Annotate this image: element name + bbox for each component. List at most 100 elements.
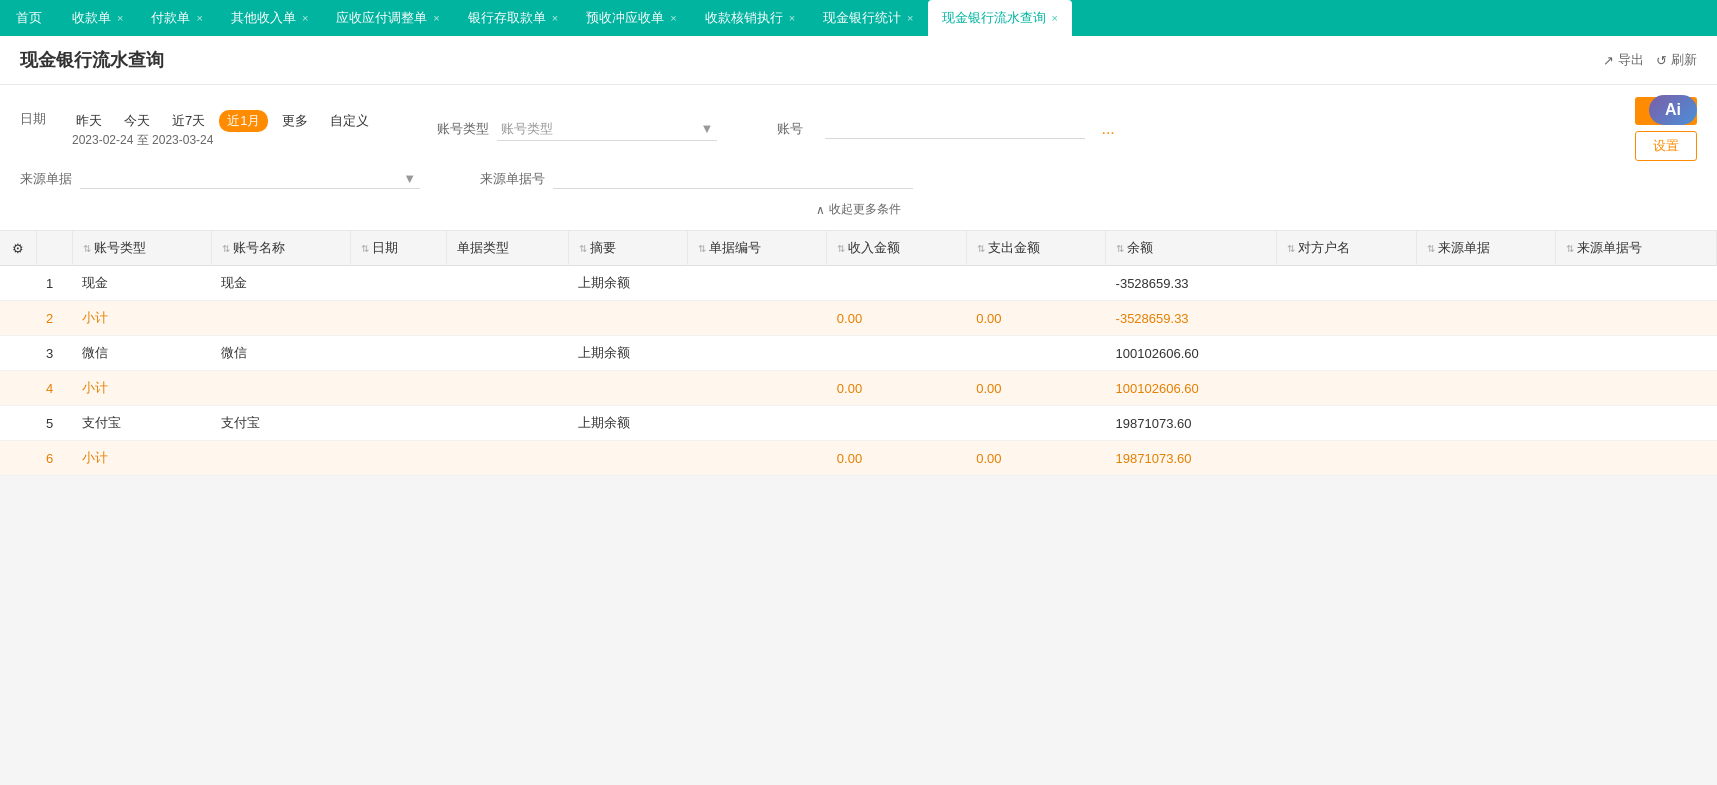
date-opt-more[interactable]: 更多: [274, 110, 316, 132]
col-account-type[interactable]: ⇅账号类型: [72, 231, 211, 266]
cell-account-name: [211, 371, 350, 406]
cell-doc-type: [447, 336, 568, 371]
table-row: 6小计0.000.0019871073.60: [0, 441, 1717, 476]
ai-badge[interactable]: Ai: [1649, 95, 1697, 125]
cell-doc-no: [688, 301, 827, 336]
nav-tab-cash-bank-stats[interactable]: 现金银行统计 ×: [809, 0, 927, 36]
date-opt-today[interactable]: 今天: [116, 110, 158, 132]
close-icon[interactable]: ×: [789, 0, 795, 36]
nav-tab-ar-ap-adjust[interactable]: 应收应付调整单 ×: [322, 0, 453, 36]
page-title: 现金银行流水查询: [20, 48, 164, 72]
cell-income: [827, 266, 966, 301]
cell-balance: -3528659.33: [1106, 266, 1277, 301]
date-opt-7days[interactable]: 近7天: [164, 110, 213, 132]
col-expense[interactable]: ⇅支出金额: [966, 231, 1105, 266]
cell-balance: 19871073.60: [1106, 441, 1277, 476]
col-date[interactable]: ⇅日期: [351, 231, 447, 266]
col-gear[interactable]: ⚙: [0, 231, 36, 266]
settings-button[interactable]: 设置: [1635, 131, 1697, 161]
table-row: 4小计0.000.00100102606.60: [0, 371, 1717, 406]
cell-gear: [0, 301, 36, 336]
cell-account-type: 微信: [72, 336, 211, 371]
header-actions: ↗ 导出 ↺ 刷新: [1603, 51, 1697, 69]
account-type-select[interactable]: 账号类型 ▼: [497, 118, 717, 141]
col-balance[interactable]: ⇅余额: [1106, 231, 1277, 266]
col-doc-type[interactable]: 单据类型: [447, 231, 568, 266]
cell-account-type: 支付宝: [72, 406, 211, 441]
nav-tab-bank-deposit[interactable]: 银行存取款单 ×: [454, 0, 572, 36]
cell-date: [351, 266, 447, 301]
close-icon[interactable]: ×: [552, 0, 558, 36]
cell-expense: 0.00: [966, 371, 1105, 406]
source-doc-no-label: 来源单据号: [480, 170, 545, 188]
date-opt-yesterday[interactable]: 昨天: [68, 110, 110, 132]
account-input[interactable]: [825, 119, 1085, 139]
cell-balance: 100102606.60: [1106, 371, 1277, 406]
export-button[interactable]: ↗ 导出: [1603, 51, 1644, 69]
col-source-doc-no[interactable]: ⇅来源单据号: [1555, 231, 1716, 266]
cell-gear: [0, 336, 36, 371]
cell-gear: [0, 441, 36, 476]
date-options: 昨天 今天 近7天 近1月 更多 自定义: [68, 110, 377, 132]
close-icon[interactable]: ×: [302, 0, 308, 36]
table-row: 1现金现金上期余额-3528659.33: [0, 266, 1717, 301]
cell-counterpart: [1277, 266, 1416, 301]
cell-source-doc: [1416, 336, 1555, 371]
close-icon[interactable]: ×: [433, 0, 439, 36]
cell-account-name: 支付宝: [211, 406, 350, 441]
date-opt-custom[interactable]: 自定义: [322, 110, 377, 132]
cell-doc-no: [688, 406, 827, 441]
cell-num: 1: [36, 266, 72, 301]
source-doc-no-input[interactable]: [553, 169, 913, 189]
nav-tab-advance-offset[interactable]: 预收冲应收单 ×: [572, 0, 690, 36]
cell-summary: 上期余额: [568, 336, 687, 371]
collapse-bar[interactable]: ∧ 收起更多条件: [20, 197, 1697, 222]
close-icon[interactable]: ×: [907, 0, 913, 36]
close-icon[interactable]: ×: [670, 0, 676, 36]
export-icon: ↗: [1603, 53, 1614, 68]
cell-gear: [0, 266, 36, 301]
nav-tab-other-income[interactable]: 其他收入单 ×: [217, 0, 322, 36]
nav-home[interactable]: 首页: [0, 0, 58, 36]
col-doc-no[interactable]: ⇅单据编号: [688, 231, 827, 266]
close-icon[interactable]: ×: [1052, 0, 1058, 36]
date-opt-1month[interactable]: 近1月: [219, 110, 268, 132]
account-dots-button[interactable]: ...: [1093, 120, 1122, 138]
flow-table: ⚙ ⇅账号类型 ⇅账号名称 ⇅日期 单据类型 ⇅摘要 ⇅单据编号 ⇅收入金额 ⇅…: [0, 231, 1717, 476]
cell-summary: [568, 301, 687, 336]
col-summary[interactable]: ⇅摘要: [568, 231, 687, 266]
account-label: 账号: [777, 120, 817, 138]
nav-tab-receipt-writeoff[interactable]: 收款核销执行 ×: [691, 0, 809, 36]
cell-doc-no: [688, 336, 827, 371]
cell-account-name: [211, 301, 350, 336]
col-counterpart[interactable]: ⇅对方户名: [1277, 231, 1416, 266]
account-type-filter-group: 账号类型 账号类型 ▼: [437, 118, 717, 141]
nav-tab-cash-bank-flow[interactable]: 现金银行流水查询 ×: [928, 0, 1072, 36]
cell-source-doc: [1416, 371, 1555, 406]
page-header: 现金银行流水查询 ↗ 导出 ↺ 刷新: [0, 36, 1717, 85]
cell-doc-type: [447, 266, 568, 301]
cell-summary: 上期余额: [568, 266, 687, 301]
source-doc-filter-group: 来源单据 ▼: [20, 169, 420, 189]
chevron-down-icon: ▼: [403, 171, 416, 186]
cell-account-name: 现金: [211, 266, 350, 301]
cell-counterpart: [1277, 301, 1416, 336]
nav-tab-receipt[interactable]: 收款单 ×: [58, 0, 137, 36]
refresh-button[interactable]: ↺ 刷新: [1656, 51, 1697, 69]
cell-source-doc: [1416, 266, 1555, 301]
cell-num: 3: [36, 336, 72, 371]
cell-source-doc-no: [1555, 441, 1716, 476]
col-account-name[interactable]: ⇅账号名称: [211, 231, 350, 266]
account-type-label: 账号类型: [437, 120, 489, 138]
source-doc-label: 来源单据: [20, 170, 72, 188]
close-icon[interactable]: ×: [117, 0, 123, 36]
source-doc-select[interactable]: ▼: [80, 169, 420, 189]
close-icon[interactable]: ×: [196, 0, 202, 36]
cell-expense: [966, 266, 1105, 301]
col-source-doc[interactable]: ⇅来源单据: [1416, 231, 1555, 266]
col-income[interactable]: ⇅收入金额: [827, 231, 966, 266]
cell-counterpart: [1277, 441, 1416, 476]
cell-num: 2: [36, 301, 72, 336]
cell-date: [351, 371, 447, 406]
nav-tab-payment[interactable]: 付款单 ×: [137, 0, 216, 36]
